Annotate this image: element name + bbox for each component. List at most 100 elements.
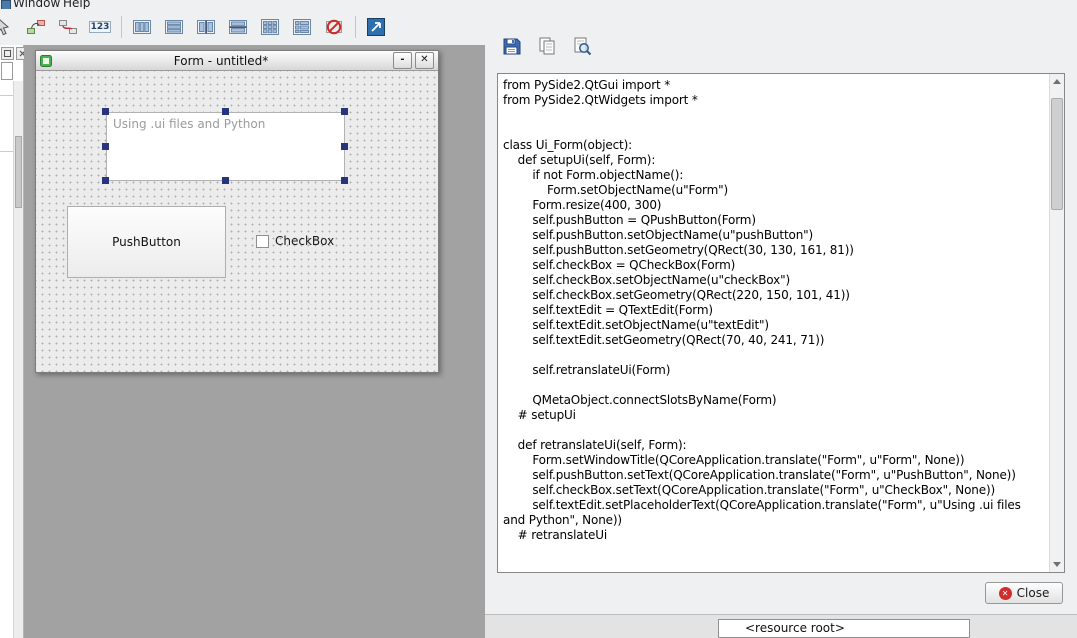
selection-handle-bottom-left[interactable] xyxy=(102,177,109,184)
up-arrow-icon xyxy=(1053,79,1061,84)
find-button[interactable] xyxy=(569,33,595,59)
textedit-widget[interactable]: Using .ui files and Python xyxy=(106,112,345,181)
resource-root-label: <resource root> xyxy=(745,621,845,635)
view-python-code-dialog: from PySide2.QtGui import *from PySide2.… xyxy=(485,15,1077,615)
code-line: self.checkBox = QCheckBox(Form) xyxy=(503,258,1047,273)
widget-filter-input[interactable] xyxy=(1,62,13,80)
code-line: class Ui_Form(object): xyxy=(503,138,1047,153)
code-line: from PySide2.QtGui import * xyxy=(503,78,1047,93)
edit-signals-slots-icon[interactable] xyxy=(23,13,49,41)
columns-icon xyxy=(132,17,152,37)
code-line xyxy=(503,348,1047,363)
selection-handle-top-right[interactable] xyxy=(341,108,348,115)
selection-handle-mid-left[interactable] xyxy=(102,143,109,150)
selection-handle-bottom-right[interactable] xyxy=(341,177,348,184)
resource-browser-strip: <resource root> xyxy=(485,615,1077,638)
edit-tab-order-icon[interactable]: 123 xyxy=(87,13,113,41)
code-line xyxy=(503,123,1047,138)
selection-handle-mid-right[interactable] xyxy=(341,143,348,150)
code-line: def setupUi(self, Form): xyxy=(503,153,1047,168)
code-line: Form.setWindowTitle(QCoreApplication.tra… xyxy=(503,453,1047,468)
qt-designer-screen: { "menubar": { "items": ["Window", "Help… xyxy=(0,0,1077,638)
code-line: self.textEdit.setObjectName(u"textEdit") xyxy=(503,318,1047,333)
selection-handle-top-left[interactable] xyxy=(102,108,109,115)
code-line: if not Form.objectName(): xyxy=(503,168,1047,183)
code-line: self.checkBox.setText(QCoreApplication.t… xyxy=(503,483,1047,498)
code-line xyxy=(503,378,1047,393)
rows-icon xyxy=(164,17,184,37)
code-line: self.textEdit.setGeometry(QRect(70, 40, … xyxy=(503,333,1047,348)
code-line: and Python", None)) xyxy=(503,513,1047,528)
close-circle-icon: ✕ xyxy=(999,587,1012,600)
code-line: self.pushButton.setObjectName(u"pushButt… xyxy=(503,228,1047,243)
code-text-area[interactable]: from PySide2.QtGui import *from PySide2.… xyxy=(497,73,1065,573)
layout-horizontal-splitter-icon[interactable] xyxy=(193,13,219,41)
pushbutton-widget[interactable]: PushButton xyxy=(67,206,226,278)
form-layout-icon xyxy=(292,17,312,37)
checkbox-indicator[interactable] xyxy=(256,235,269,248)
textedit-placeholder: Using .ui files and Python xyxy=(113,117,265,131)
widget-box-dock xyxy=(0,45,24,638)
form-editor-window[interactable]: Form - untitled* - ✕ Using .ui files and… xyxy=(35,50,439,373)
layout-grid-icon[interactable] xyxy=(257,13,283,41)
save-icon xyxy=(501,35,523,57)
code-line xyxy=(503,423,1047,438)
form-titlebar[interactable]: Form - untitled* - ✕ xyxy=(36,51,438,71)
code-line: # retranslateUi xyxy=(503,528,1047,543)
down-arrow-icon xyxy=(1053,562,1061,567)
edit-widgets-icon[interactable] xyxy=(0,13,17,41)
adjust-size-glyph xyxy=(365,16,387,38)
break-layout-icon[interactable] xyxy=(321,13,347,41)
form-window-icon xyxy=(40,55,52,67)
scrollbar-up-arrow[interactable] xyxy=(1050,74,1064,89)
edit-buddies-icon[interactable] xyxy=(55,13,81,41)
code-line: self.checkBox.setObjectName(u"checkBox") xyxy=(503,273,1047,288)
app-menu-icon[interactable] xyxy=(1,0,11,9)
checkbox-label: CheckBox xyxy=(275,234,334,248)
resource-root-item[interactable]: <resource root> xyxy=(718,619,970,638)
code-line: self.textEdit = QTextEdit(Form) xyxy=(503,303,1047,318)
pushbutton-label: PushButton xyxy=(112,235,181,249)
toolbar-separator xyxy=(121,16,122,38)
code-line xyxy=(503,108,1047,123)
code-line: def retranslateUi(self, Form): xyxy=(503,438,1047,453)
layout-vertically-icon[interactable] xyxy=(161,13,187,41)
adjust-size-icon[interactable] xyxy=(363,13,389,41)
scrollbar-thumb[interactable] xyxy=(1051,98,1063,210)
layout-form-icon[interactable] xyxy=(289,13,315,41)
toolbar-separator xyxy=(355,16,356,38)
layout-vertical-splitter-icon[interactable] xyxy=(225,13,251,41)
code-line: self.textEdit.setPlaceholderText(QCoreAp… xyxy=(503,498,1047,513)
checkbox-widget[interactable]: CheckBox xyxy=(256,234,334,248)
code-line: self.checkBox.setGeometry(QRect(220, 150… xyxy=(503,288,1047,303)
dock-scrollbar-thumb[interactable] xyxy=(15,136,22,208)
form-canvas[interactable]: Using .ui files and Python PushButton Ch… xyxy=(36,71,438,372)
minimize-button[interactable]: - xyxy=(393,52,412,69)
tab-order-label: 123 xyxy=(89,21,112,33)
selection-handle-top-center[interactable] xyxy=(222,108,229,115)
close-button-form[interactable]: ✕ xyxy=(415,52,434,69)
code-line: Form.resize(400, 300) xyxy=(503,198,1047,213)
selection-handle-bottom-center[interactable] xyxy=(222,177,229,184)
float-icon xyxy=(4,50,11,57)
copy-button[interactable] xyxy=(534,33,560,59)
v-splitter-icon xyxy=(228,17,248,37)
scrollbar-down-arrow[interactable] xyxy=(1050,557,1064,572)
code-dialog-toolbar xyxy=(499,33,595,59)
signal-slot-icon xyxy=(26,17,46,37)
find-icon xyxy=(571,35,593,57)
menu-window[interactable]: Window xyxy=(13,0,60,9)
layout-horizontally-icon[interactable] xyxy=(129,13,155,41)
code-vertical-scrollbar xyxy=(1049,74,1064,572)
close-dialog-button[interactable]: ✕ Close xyxy=(985,582,1063,604)
dock-scrollbar xyxy=(13,81,23,638)
form-window-title: Form - untitled* xyxy=(52,54,390,68)
code-line: self.pushButton.setText(QCoreApplication… xyxy=(503,468,1047,483)
cursor-icon xyxy=(0,17,14,37)
code-line: self.pushButton = QPushButton(Form) xyxy=(503,213,1047,228)
code-line: Form.setObjectName(u"Form") xyxy=(503,183,1047,198)
dock-float-button[interactable] xyxy=(1,47,14,60)
break-layout-glyph xyxy=(324,17,344,37)
save-button[interactable] xyxy=(499,33,525,59)
menu-help[interactable]: Help xyxy=(63,0,90,9)
